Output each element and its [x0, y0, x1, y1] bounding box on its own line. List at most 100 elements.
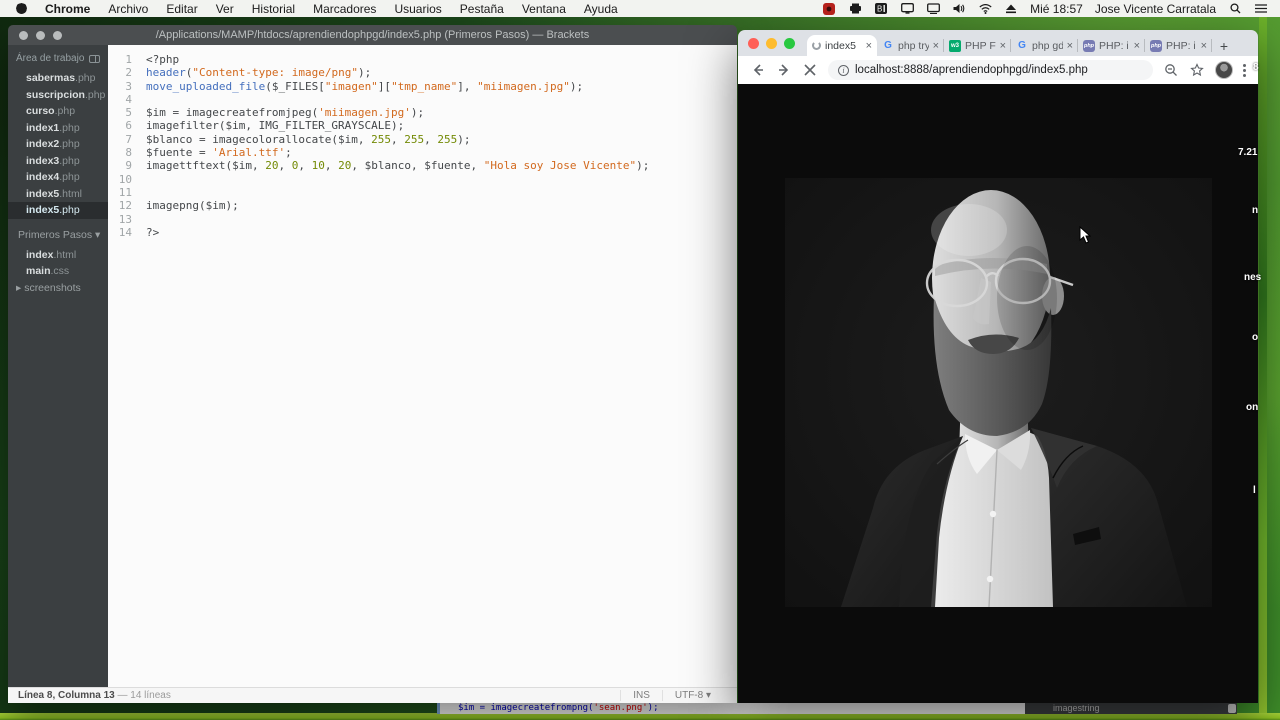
code-line-1: 1 <?php — [108, 53, 737, 66]
stop-loading-icon[interactable] — [802, 62, 818, 78]
file-extension: .css — [50, 265, 70, 277]
file-extension: .html — [59, 187, 83, 200]
menu-item-ventana[interactable]: Ventana — [522, 2, 566, 16]
file-extension: .php — [59, 138, 80, 150]
bookmark-star-icon[interactable] — [1189, 62, 1205, 78]
printer-icon[interactable] — [848, 3, 862, 15]
tab-index5[interactable]: index5 × — [807, 35, 877, 56]
tab-php-gd[interactable]: Gphp gd × — [1011, 35, 1078, 56]
zoom-out-indicator-icon[interactable] — [1163, 62, 1179, 78]
file-basename: suscripcion — [26, 88, 85, 101]
menubar-user[interactable]: Jose Vicente Carratala — [1095, 2, 1216, 16]
working-file-curso-php[interactable]: curso.php — [8, 103, 108, 120]
brackets-titlebar[interactable]: /Applications/MAMP/htdocs/aprendiendophp… — [8, 25, 737, 45]
google-favicon-icon: G — [1018, 40, 1026, 51]
working-file-index2-php[interactable]: index2.php — [8, 136, 108, 153]
working-file-index1-php[interactable]: index1.php — [8, 120, 108, 137]
menubar-clock[interactable]: Mié 18:57 — [1030, 2, 1083, 16]
working-file-suscripcion-php[interactable]: suscripcion.php — [8, 87, 108, 104]
menubar-left: Chrome Archivo Editar Ver Historial Marcadore… — [0, 2, 822, 16]
code-text: imagefilter($im, IMG_FILTER_GRAYSCALE); — [146, 119, 405, 133]
file-basename: sabermas — [26, 72, 76, 84]
menu-item-historial[interactable]: Historial — [252, 2, 295, 16]
working-file-index3-php[interactable]: index3.php — [8, 153, 108, 170]
red-app-icon[interactable] — [822, 2, 836, 15]
volume-icon[interactable] — [952, 3, 966, 15]
menu-item-chrome[interactable]: Chrome — [45, 2, 90, 16]
project-file-main-css[interactable]: main.css — [8, 263, 108, 280]
file-extension: .php — [59, 121, 80, 134]
line-number: 12 — [118, 199, 132, 213]
line-number: 3 — [125, 79, 132, 93]
display-icon[interactable] — [900, 3, 914, 15]
apple-menu-icon[interactable] — [16, 3, 27, 14]
insert-mode-toggle[interactable]: INS — [620, 690, 662, 701]
tab-close-icon[interactable]: × — [1201, 40, 1207, 51]
working-file-index4-php[interactable]: index4.php — [8, 169, 108, 186]
encoding-selector[interactable]: UTF-8 ▾ — [661, 690, 723, 701]
url-text[interactable]: localhost:8888/aprendiendophpgd/index5.p… — [855, 64, 1088, 76]
code-text: imagepng($im); — [146, 199, 239, 213]
background-text-fragment: nes — [1244, 272, 1262, 283]
code-editor[interactable]: 1 <?php 2 header("Content-type: image/png")… — [108, 45, 737, 687]
tab-close-icon[interactable]: × — [1134, 40, 1140, 51]
line-number: 6 — [125, 119, 132, 133]
project-dropdown[interactable]: Primeros Pasos ▾ — [8, 219, 108, 247]
chrome-menu-icon[interactable] — [1243, 63, 1246, 77]
back-icon[interactable] — [750, 62, 766, 78]
mirroring-icon[interactable] — [926, 3, 940, 15]
menu-item-usuarios[interactable]: Usuarios — [394, 2, 441, 16]
forward-icon[interactable] — [776, 62, 792, 78]
line-number: 13 — [118, 212, 132, 226]
working-file-sabermas-php[interactable]: sabermas.php — [8, 70, 108, 87]
tab-close-icon[interactable]: × — [1000, 40, 1006, 51]
tab-php-try[interactable]: Gphp try × — [877, 35, 944, 56]
tab-close-icon[interactable]: × — [933, 40, 939, 51]
menu-item-ver[interactable]: Ver — [216, 2, 234, 16]
tab-php-fi[interactable]: w3 PHP Fi × — [944, 35, 1011, 56]
close-window-button[interactable] — [19, 30, 28, 40]
minimize-window-button[interactable] — [766, 37, 777, 49]
line-count: — 14 líneas — [114, 690, 171, 701]
menu-item-ayuda[interactable]: Ayuda — [584, 2, 618, 16]
close-window-button[interactable] — [748, 37, 759, 49]
tab-close-icon[interactable]: × — [866, 40, 872, 51]
zoom-window-button[interactable] — [53, 30, 62, 40]
fullscreen-window-button[interactable] — [784, 37, 795, 49]
code-line-8: 8 $fuente = 'Arial.ttf'; — [108, 146, 737, 159]
tabs-container: index5 × Gphp try × w3 PHP Fi × Gphp gd × php PHP:… — [807, 35, 1212, 56]
line-number: 2 — [125, 66, 132, 80]
menu-item-marcadores[interactable]: Marcadores — [313, 2, 376, 16]
menu-item-editar[interactable]: Editar — [166, 2, 197, 16]
scrollbar-thumb[interactable] — [1228, 704, 1236, 713]
project-file-index-html[interactable]: index.html — [8, 247, 108, 264]
spotlight-search-icon[interactable] — [1228, 3, 1242, 15]
tab-php-i[interactable]: php PHP: i × — [1078, 35, 1145, 56]
file-basename: main — [26, 265, 51, 277]
new-tab-button[interactable]: + — [1212, 35, 1236, 56]
notification-center-icon[interactable] — [1254, 3, 1268, 15]
code-line-11: 11 — [108, 186, 737, 199]
tab-php-i[interactable]: php PHP: i × — [1145, 35, 1212, 56]
address-bar[interactable]: i localhost:8888/aprendiendophpgd/index5… — [828, 60, 1153, 80]
portrait-illustration — [785, 178, 1212, 608]
working-file-index5-php[interactable]: index5.php — [8, 202, 108, 219]
code-line-12: 12 imagepng($im); — [108, 199, 737, 212]
site-info-icon[interactable]: i — [838, 64, 849, 76]
file-extension: .php — [54, 105, 76, 117]
split-view-icon[interactable] — [89, 54, 100, 63]
wifi-icon[interactable] — [978, 3, 992, 15]
keyboard-switcher-icon[interactable]: B — [874, 3, 888, 15]
working-file-index5-html[interactable]: index5.html — [8, 186, 108, 203]
chrome-tabstrip: index5 × Gphp try × w3 PHP Fi × Gphp gd × php PHP:… — [738, 30, 1258, 56]
eject-icon[interactable] — [1004, 3, 1018, 15]
profile-avatar[interactable] — [1215, 61, 1233, 79]
generated-grayscale-portrait — [785, 178, 1212, 608]
menu-item-pestaña[interactable]: Pestaña — [460, 2, 504, 16]
page-content[interactable] — [738, 84, 1258, 703]
php-favicon-icon: php — [1150, 39, 1162, 52]
folder-item-screenshots[interactable]: ▸ screenshots — [8, 280, 108, 296]
menu-item-archivo[interactable]: Archivo — [108, 2, 148, 16]
tab-close-icon[interactable]: × — [1067, 40, 1073, 51]
minimize-window-button[interactable] — [36, 30, 45, 40]
